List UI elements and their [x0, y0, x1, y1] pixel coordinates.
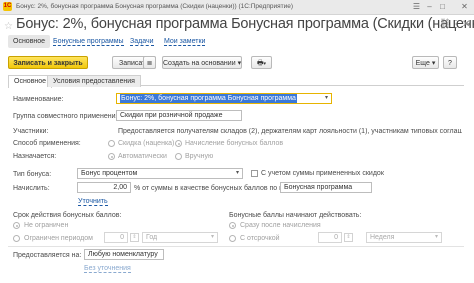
validity-period-label: Ограничен периодом [24, 235, 93, 242]
stepper-icon[interactable]: ⇕ [344, 233, 353, 242]
validity-label: Срок действия бонусных баллов: [13, 212, 122, 219]
tab-main[interactable]: Основное [8, 75, 53, 88]
provided-field[interactable]: Любую номенклатуру [84, 249, 164, 260]
title-bar: 1С Бонус: 2%, бонусная программа Бонусна… [0, 0, 474, 15]
page-title: Бонус: 2%, бонусная программа Бонусная п… [16, 16, 474, 32]
name-field[interactable]: Бонус: 2%, бонусная программа Бонусная п… [116, 93, 332, 104]
nav-tasks[interactable]: Задачи [130, 38, 154, 46]
validity-unit-value: Год [146, 234, 158, 241]
chevron-down-icon: ▾ [431, 60, 436, 67]
minimize-icon[interactable]: – [424, 1, 435, 12]
group-field[interactable]: Скидки при розничной продаже [116, 110, 242, 121]
no-refine-link[interactable]: Без уточнения [84, 265, 131, 273]
name-label: Наименование: [13, 96, 64, 103]
close-icon[interactable]: ✕ [459, 1, 470, 12]
bonus-type-field[interactable]: Бонус процентом ▾ [77, 168, 243, 179]
more-vert-icon[interactable]: ⋮ [451, 19, 461, 30]
more-label: Еще [415, 60, 430, 67]
method-bonus-radio[interactable] [175, 140, 182, 147]
chevron-down-icon: ▾ [263, 61, 267, 67]
save-and-close-button[interactable]: Записать и закрыть [8, 56, 88, 69]
name-value: Бонус: 2%, бонусная программа Бонусная п… [120, 94, 297, 103]
consider-discounts-label: С учетом суммы примененных скидок [261, 170, 384, 177]
assigned-label: Назначается: [13, 153, 57, 160]
method-bonus-label: Начисление бонусных баллов [185, 140, 284, 147]
chevron-down-icon: ▾ [237, 60, 242, 67]
start-delay-number[interactable]: 0 [318, 232, 342, 243]
close-form-icon[interactable]: ✕ [462, 19, 470, 30]
tab-conditions[interactable]: Условия предоставления [47, 75, 141, 87]
dropdown-arrow-icon[interactable]: ▾ [432, 233, 441, 242]
printer-icon: 🖶 [256, 60, 264, 67]
maximize-icon[interactable]: □ [437, 1, 448, 12]
assigned-auto-label: Автоматически [118, 153, 167, 160]
provided-label: Предоставляется на: [13, 252, 82, 259]
nav-main[interactable]: Основное [8, 35, 51, 48]
app-window: 1С Бонус: 2%, бонусная программа Бонусна… [0, 0, 474, 283]
validity-period-number[interactable]: 0 [104, 232, 128, 243]
dropdown-arrow-icon[interactable]: ▾ [322, 94, 331, 103]
program-field[interactable]: Бонусная программа [280, 182, 372, 193]
start-delay-radio[interactable] [229, 235, 236, 242]
print-button[interactable]: 🖶▾ [251, 56, 272, 69]
stepper-icon[interactable]: ⇕ [130, 233, 139, 242]
bonus-type-label: Тип бонуса: [13, 171, 52, 178]
dropdown-arrow-icon[interactable]: ▾ [233, 169, 242, 178]
start-delay-label: С отсрочкой [240, 235, 280, 242]
participants-value[interactable]: Предоставляется получателям складов (2),… [118, 128, 462, 135]
nav-bonus-programs[interactable]: Бонусные программы [53, 38, 124, 46]
more-button[interactable]: Еще ▾ [412, 56, 439, 69]
create-based-on-button[interactable]: Создать на основании ▾ [162, 56, 242, 69]
link-icon[interactable]: ⛓ [439, 19, 452, 30]
consider-discounts-checkbox[interactable] [251, 170, 258, 177]
menu-icon[interactable]: ☰ [411, 1, 422, 12]
group-label: Группа совместного применения: [13, 113, 122, 120]
method-label: Способ применения: [13, 140, 81, 147]
accrue-percent-field[interactable]: 2,00 [77, 182, 131, 193]
help-button[interactable]: ? [443, 56, 457, 69]
start-unit-value: Неделя [370, 234, 395, 241]
validity-unlimited-label: Не ограничен [24, 222, 69, 229]
start-immediate-radio[interactable] [229, 222, 236, 229]
section-divider [8, 246, 464, 247]
window-title: Бонус: 2%, бонусная программа Бонусная п… [16, 3, 293, 10]
method-discount-label: Скидка (наценка) [118, 140, 175, 147]
validity-period-radio[interactable] [13, 235, 20, 242]
favorite-star-icon[interactable]: ☆ [4, 21, 13, 32]
print-list-icon[interactable]: ≣ [143, 56, 156, 69]
create-based-on-label: Создать на основании [163, 60, 236, 67]
bonus-type-value: Бонус процентом [81, 170, 138, 177]
method-discount-radio[interactable] [108, 140, 115, 147]
assigned-manual-label: Вручную [185, 153, 214, 160]
assigned-auto-radio[interactable] [108, 153, 115, 160]
nav-my-notes[interactable]: Мои заметки [164, 38, 206, 46]
accrue-label: Начислить: [13, 185, 50, 192]
validity-unlimited-radio[interactable] [13, 222, 20, 229]
app-logo-icon: 1С [3, 2, 12, 11]
refine-link[interactable]: Уточнить [78, 198, 108, 206]
participants-label: Участники: [13, 128, 49, 135]
start-immediate-label: Сразу после начисления [240, 222, 321, 229]
assigned-manual-radio[interactable] [175, 153, 182, 160]
validity-unit-field[interactable]: Год ▾ [142, 232, 218, 243]
start-unit-field[interactable]: Неделя ▾ [366, 232, 442, 243]
start-label: Бонусные баллы начинают действовать: [229, 212, 362, 219]
dropdown-arrow-icon[interactable]: ▾ [208, 233, 217, 242]
